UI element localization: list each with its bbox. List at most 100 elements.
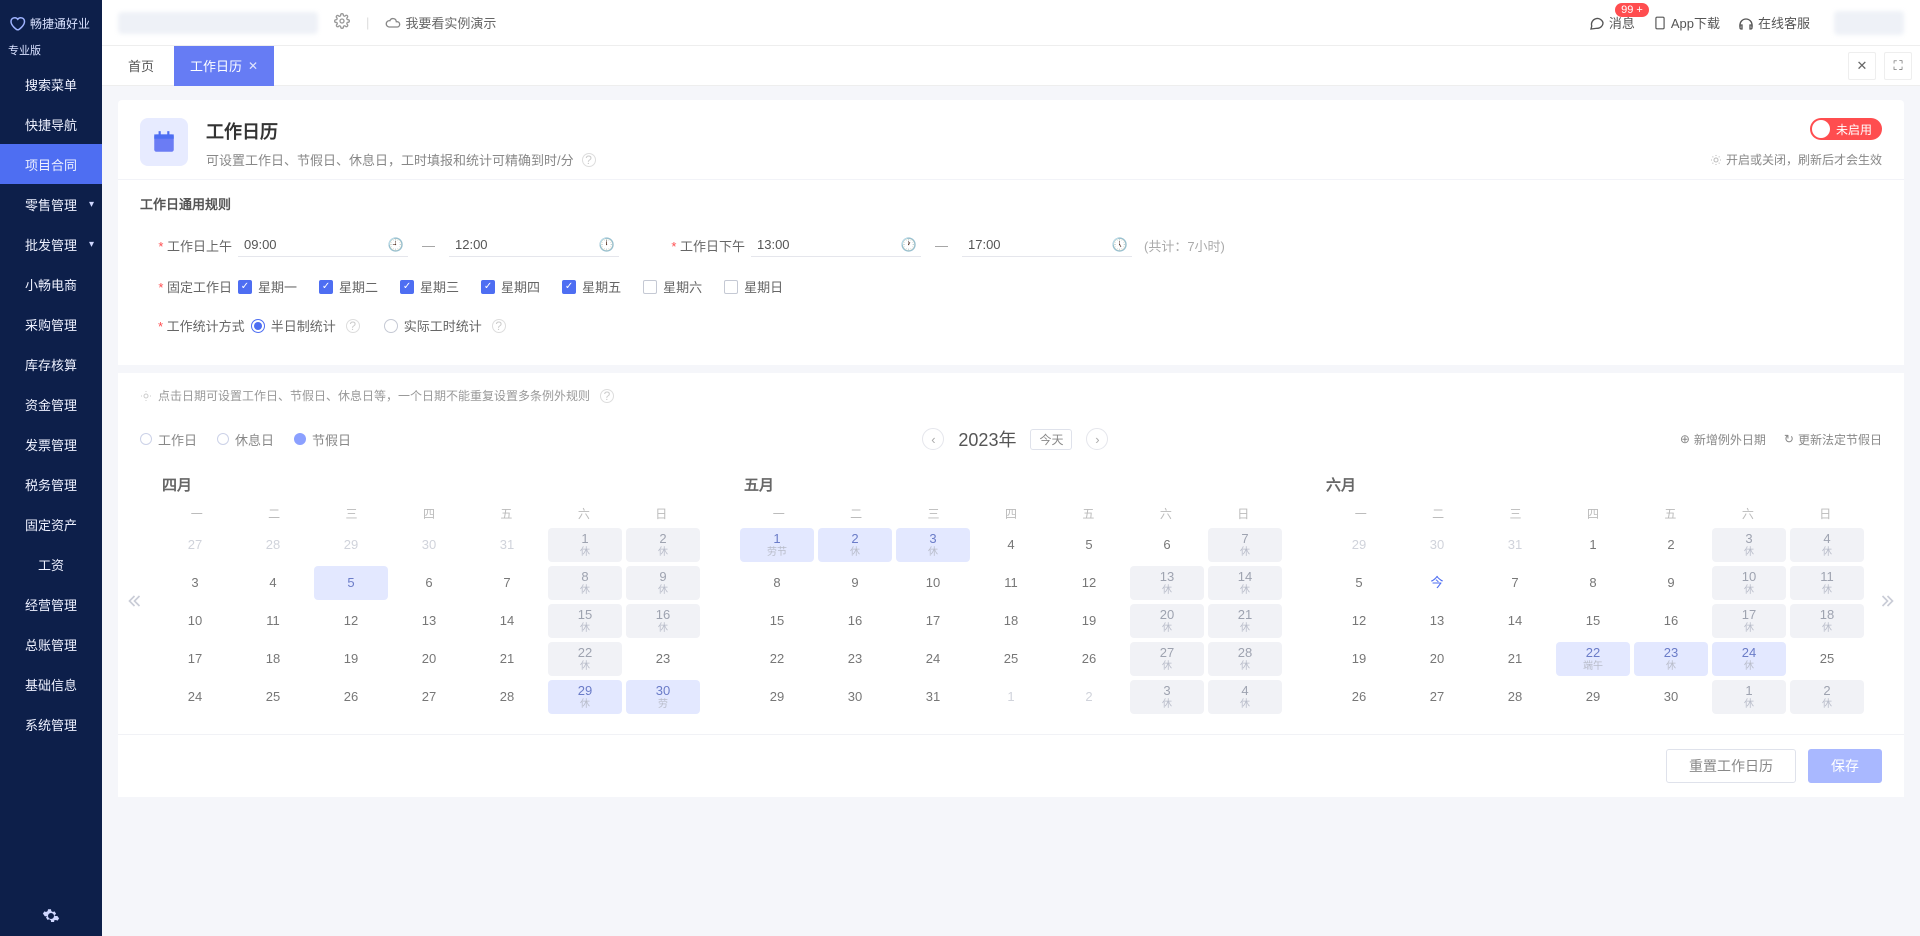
stats-radio[interactable]: 半日制统计? [251, 316, 360, 335]
weekday-checkbox[interactable]: 星期三 [400, 277, 459, 296]
calendar-day[interactable]: 26 [1322, 680, 1396, 714]
user-avatar[interactable] [1834, 11, 1904, 35]
calendar-day[interactable]: 15 [1556, 604, 1630, 638]
sidebar-item[interactable]: 基础信息 [0, 664, 102, 704]
sidebar-item[interactable]: 库存核算 [0, 344, 102, 384]
calendar-day[interactable]: 23 [626, 642, 700, 676]
calendar-day[interactable]: 26 [1052, 642, 1126, 676]
calendar-day[interactable]: 12 [1052, 566, 1126, 600]
demo-link[interactable]: 我要看实例演示 [385, 13, 496, 32]
calendar-day[interactable]: 31 [896, 680, 970, 714]
sidebar-item[interactable]: 系统管理 [0, 704, 102, 744]
calendar-day[interactable]: 27 [158, 528, 232, 562]
calendar-day[interactable]: 22休 [548, 642, 622, 676]
weekday-checkbox[interactable]: 星期五 [562, 277, 621, 296]
calendar-day[interactable]: 14 [470, 604, 544, 638]
tab-work-calendar[interactable]: 工作日历 ✕ [174, 46, 274, 86]
sidebar-item[interactable]: 批发管理▾ [0, 224, 102, 264]
calendar-day[interactable]: 2休 [1790, 680, 1864, 714]
calendar-day[interactable]: 18 [974, 604, 1048, 638]
stats-radio[interactable]: 实际工时统计? [384, 316, 506, 335]
sidebar-item[interactable]: 搜索菜单 [0, 64, 102, 104]
calendar-day[interactable]: 24 [896, 642, 970, 676]
calendar-day[interactable]: 31 [1478, 528, 1552, 562]
calendar-day[interactable]: 21 [470, 642, 544, 676]
sidebar-item[interactable]: 发票管理 [0, 424, 102, 464]
calendar-day[interactable]: 21休 [1208, 604, 1282, 638]
calendar-day[interactable]: 8 [1556, 566, 1630, 600]
tab-fullscreen[interactable]: ⛶ [1884, 52, 1912, 80]
calendar-day[interactable]: 4 [974, 528, 1048, 562]
messages-button[interactable]: 消息 99 + [1589, 13, 1635, 32]
calendar-day[interactable]: 2休 [626, 528, 700, 562]
calendar-day[interactable]: 16 [818, 604, 892, 638]
calendar-day[interactable]: 29 [740, 680, 814, 714]
sidebar-item[interactable]: 快捷导航 [0, 104, 102, 144]
enable-toggle[interactable]: 未启用 [1810, 118, 1882, 140]
calendar-day[interactable]: 5 [1052, 528, 1126, 562]
calendar-day[interactable]: 24休 [1712, 642, 1786, 676]
save-button[interactable]: 保存 [1808, 749, 1882, 783]
weekday-checkbox[interactable]: 星期二 [319, 277, 378, 296]
help-icon[interactable]: ? [346, 319, 360, 333]
calendar-day[interactable]: 18 [236, 642, 310, 676]
help-icon[interactable]: ? [492, 319, 506, 333]
calendar-day[interactable]: 30 [392, 528, 466, 562]
calendar-day[interactable]: 23 [818, 642, 892, 676]
calendar-day[interactable]: 7 [470, 566, 544, 600]
calendar-day[interactable]: 13休 [1130, 566, 1204, 600]
calendar-day[interactable]: 17 [158, 642, 232, 676]
sidebar-settings[interactable] [0, 896, 102, 936]
reset-button[interactable]: 重置工作日历 [1666, 749, 1796, 783]
sidebar-item[interactable]: 零售管理▾ [0, 184, 102, 224]
calendar-day[interactable]: 1休 [548, 528, 622, 562]
calendar-day[interactable]: 29 [1322, 528, 1396, 562]
calendar-day[interactable]: 9 [818, 566, 892, 600]
calendar-day[interactable]: 5 [314, 566, 388, 600]
calendar-day[interactable]: 29休 [548, 680, 622, 714]
calendar-day[interactable]: 3休 [1130, 680, 1204, 714]
calendar-day[interactable]: 6 [392, 566, 466, 600]
calendar-day[interactable]: 20休 [1130, 604, 1204, 638]
calendar-day[interactable]: 20 [392, 642, 466, 676]
calendar-day[interactable]: 11休 [1790, 566, 1864, 600]
calendar-day[interactable]: 16休 [626, 604, 700, 638]
calendar-day[interactable]: 6 [1130, 528, 1204, 562]
settings-icon[interactable] [334, 13, 350, 32]
sidebar-item[interactable]: 税务管理 [0, 464, 102, 504]
calendar-day[interactable]: 7休 [1208, 528, 1282, 562]
calendar-day[interactable]: 1休 [1712, 680, 1786, 714]
calendar-day[interactable]: 17休 [1712, 604, 1786, 638]
calendar-day[interactable]: 25 [974, 642, 1048, 676]
calendar-day[interactable]: 29 [314, 528, 388, 562]
calendar-day[interactable]: 3 [158, 566, 232, 600]
calendar-day[interactable]: 25 [236, 680, 310, 714]
calendar-day[interactable]: 10 [158, 604, 232, 638]
calendar-day[interactable]: 27 [392, 680, 466, 714]
calendar-day[interactable]: 27 [1400, 680, 1474, 714]
calendar-day[interactable]: 30 [818, 680, 892, 714]
calendar-day[interactable]: 19 [314, 642, 388, 676]
calendar-day[interactable]: 21 [1478, 642, 1552, 676]
calendar-day[interactable]: 22端午 [1556, 642, 1630, 676]
sidebar-item[interactable]: 项目合同 [0, 144, 102, 184]
year-prev[interactable]: ‹ [922, 428, 944, 450]
calendar-day[interactable]: 13 [392, 604, 466, 638]
calendar-day[interactable]: 10 [896, 566, 970, 600]
sidebar-item[interactable]: 工资 [0, 544, 102, 584]
calendar-day[interactable]: 27休 [1130, 642, 1204, 676]
calendar-day[interactable]: 29 [1556, 680, 1630, 714]
calendar-day[interactable]: 26 [314, 680, 388, 714]
am-end-input[interactable] [449, 233, 619, 257]
calendar-day[interactable]: 20 [1400, 642, 1474, 676]
calendar-day[interactable]: 8 [740, 566, 814, 600]
org-selector[interactable] [118, 12, 318, 34]
calendar-day[interactable]: 1 [974, 680, 1048, 714]
am-start-input[interactable] [238, 233, 408, 257]
calendar-day[interactable]: 12 [1322, 604, 1396, 638]
calendar-day[interactable]: 3休 [1712, 528, 1786, 562]
calendar-day[interactable]: 19 [1322, 642, 1396, 676]
pm-end-input[interactable] [962, 233, 1132, 257]
add-exception-button[interactable]: ⊕新增例外日期 [1680, 431, 1766, 448]
calendar-day[interactable]: 1劳节 [740, 528, 814, 562]
